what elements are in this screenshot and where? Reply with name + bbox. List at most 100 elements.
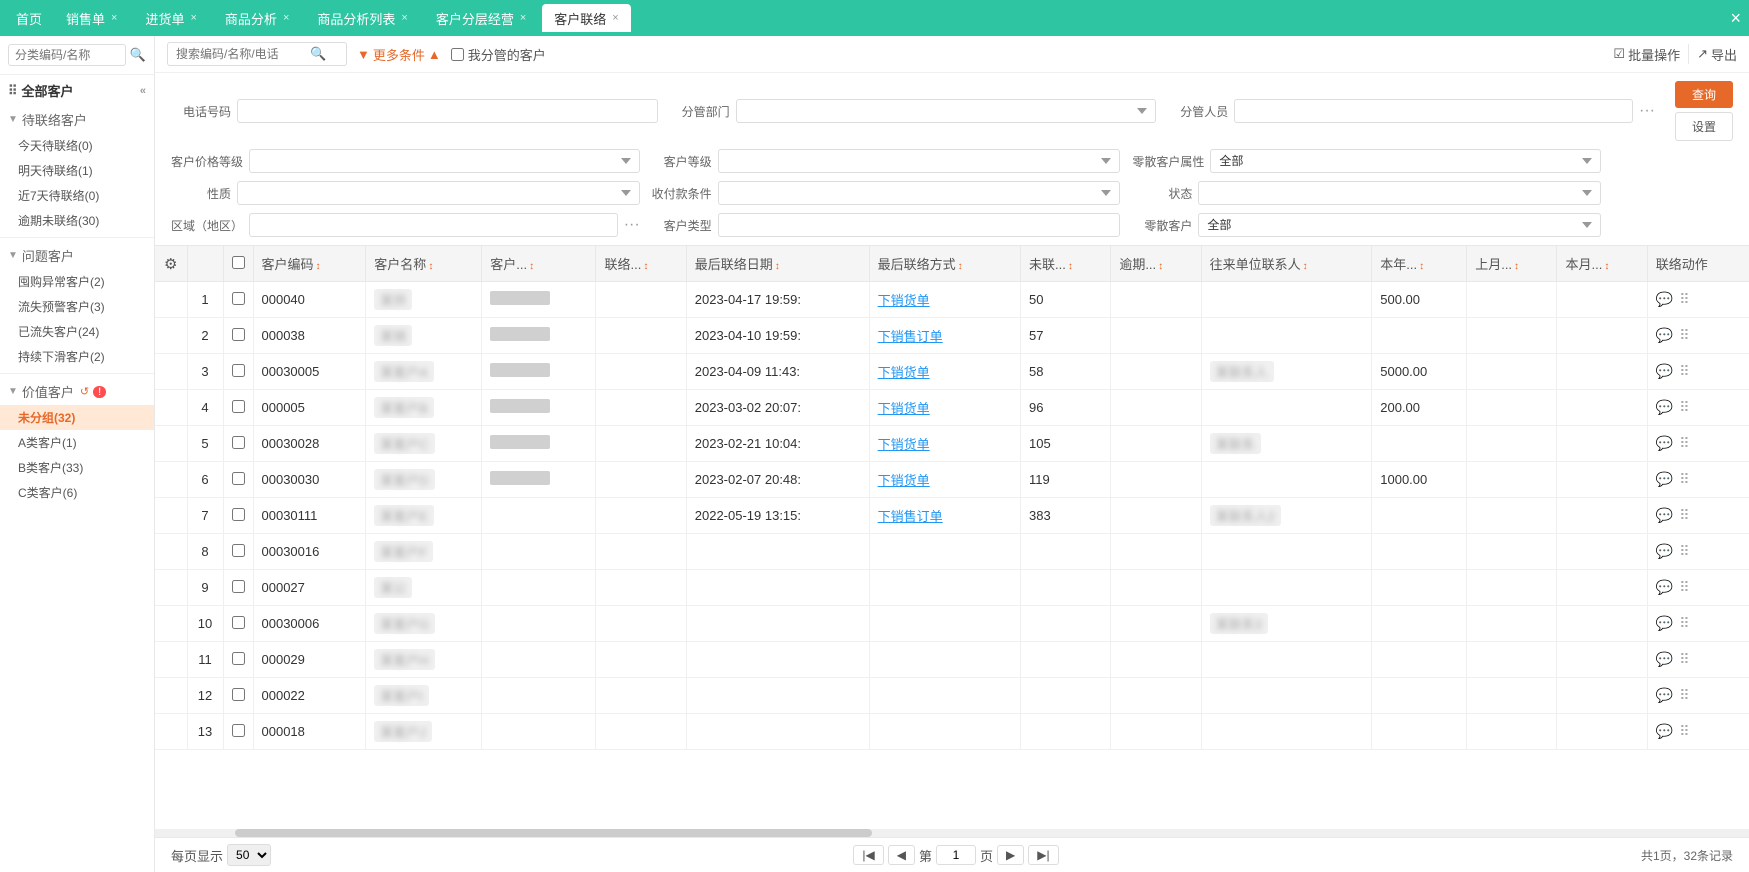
comment-icon[interactable]: 💬	[1656, 507, 1673, 524]
row-last-contact-method[interactable]: 下销货单	[869, 462, 1020, 498]
grid-action-icon[interactable]: ⠿	[1679, 399, 1689, 416]
sidebar-item-group-c[interactable]: C类客户(6)	[0, 480, 154, 505]
grid-action-icon[interactable]: ⠿	[1679, 579, 1689, 596]
last-page-btn[interactable]: ▶|	[1028, 845, 1058, 865]
grid-action-icon[interactable]: ⠿	[1679, 615, 1689, 632]
sidebar-group-problem[interactable]: ▼ 问题客户	[0, 242, 154, 269]
first-page-btn[interactable]: |◀	[853, 845, 883, 865]
grid-action-icon[interactable]: ⠿	[1679, 471, 1689, 488]
row-checkbox[interactable]	[232, 544, 245, 557]
grid-action-icon[interactable]: ⠿	[1679, 687, 1689, 704]
my-customers-check[interactable]	[451, 48, 464, 61]
row-checkbox[interactable]	[232, 724, 245, 737]
payment-select[interactable]	[718, 181, 1121, 205]
nav-home[interactable]: 首页	[8, 9, 50, 28]
grid-action-icon[interactable]: ⠿	[1679, 543, 1689, 560]
customer-type-input[interactable]	[718, 213, 1121, 237]
query-button[interactable]: 查询	[1675, 81, 1733, 108]
comment-icon[interactable]: 💬	[1656, 687, 1673, 704]
sidebar-item-tomorrow-pending[interactable]: 明天待联络(1)	[0, 158, 154, 183]
sidebar-all-customers[interactable]: ⠿ 全部客户 «	[0, 75, 154, 106]
sidebar-item-today-pending[interactable]: 今天待联络(0)	[0, 133, 154, 158]
row-checkbox[interactable]	[232, 472, 245, 485]
comment-icon[interactable]: 💬	[1656, 651, 1673, 668]
comment-icon[interactable]: 💬	[1656, 363, 1673, 380]
page-size-dropdown[interactable]: 50	[227, 844, 271, 866]
row-check[interactable]	[223, 354, 253, 390]
horizontal-scrollbar[interactable]	[155, 829, 1749, 837]
close-icon[interactable]: ×	[283, 12, 289, 24]
sidebar-item-already-lost[interactable]: 已流失客户(24)	[0, 319, 154, 344]
row-check[interactable]	[223, 282, 253, 318]
tab-purchase-order[interactable]: 进货单 ×	[133, 4, 208, 32]
row-checkbox[interactable]	[232, 688, 245, 701]
row-check[interactable]	[223, 678, 253, 714]
grid-action-icon[interactable]: ⠿	[1679, 291, 1689, 308]
refresh-icon[interactable]: ↺	[80, 385, 89, 398]
sidebar-item-ungrouped[interactable]: 未分组(32)	[0, 405, 154, 430]
comment-icon[interactable]: 💬	[1656, 615, 1673, 632]
select-all-checkbox[interactable]	[232, 256, 245, 269]
gear-icon[interactable]: ⚙	[164, 256, 177, 273]
sidebar-item-group-b[interactable]: B类客户(33)	[0, 455, 154, 480]
comment-icon[interactable]: 💬	[1656, 723, 1673, 740]
row-check[interactable]	[223, 570, 253, 606]
sidebar-group-value[interactable]: ▼ 价值客户 ↺ !	[0, 378, 154, 405]
prev-page-btn[interactable]: ◀	[888, 845, 915, 865]
tab-sales-order[interactable]: 销售单 ×	[54, 4, 129, 32]
customer-level-select[interactable]	[718, 149, 1121, 173]
grid-action-icon[interactable]: ⠿	[1679, 363, 1689, 380]
row-check[interactable]	[223, 534, 253, 570]
row-last-contact-method[interactable]: 下销货单	[869, 390, 1020, 426]
row-check[interactable]	[223, 498, 253, 534]
phone-input[interactable]	[237, 99, 658, 123]
search-icon[interactable]: 🔍	[310, 46, 326, 62]
comment-icon[interactable]: 💬	[1656, 291, 1673, 308]
dept-select[interactable]	[736, 99, 1157, 123]
row-last-contact-method[interactable]: 下销售订单	[869, 498, 1020, 534]
person-input[interactable]	[1234, 99, 1633, 123]
tab-product-analysis[interactable]: 商品分析 ×	[213, 4, 301, 32]
tab-product-analysis-list[interactable]: 商品分析列表 ×	[305, 4, 419, 32]
sidebar-group-pending[interactable]: ▼ 待联络客户	[0, 106, 154, 133]
next-page-btn[interactable]: ▶	[997, 845, 1024, 865]
comment-icon[interactable]: 💬	[1656, 399, 1673, 416]
sidebar-item-loss-risk[interactable]: 流失预警客户(3)	[0, 294, 154, 319]
row-checkbox[interactable]	[232, 616, 245, 629]
batch-op-button[interactable]: ☑ 批量操作	[1613, 44, 1680, 64]
row-checkbox[interactable]	[232, 364, 245, 377]
close-icon[interactable]: ×	[190, 12, 196, 24]
close-icon[interactable]: ×	[520, 12, 526, 24]
row-check[interactable]	[223, 606, 253, 642]
reset-button[interactable]: 设置	[1675, 112, 1733, 141]
row-checkbox[interactable]	[232, 328, 245, 341]
sidebar-item-group-a[interactable]: A类客户(1)	[0, 430, 154, 455]
scrollbar-thumb[interactable]	[235, 829, 873, 837]
row-check[interactable]	[223, 426, 253, 462]
row-checkbox[interactable]	[232, 580, 245, 593]
sidebar-search-input[interactable]	[8, 44, 126, 66]
close-icon[interactable]: ×	[612, 12, 618, 24]
sidebar-search-icon[interactable]: 🔍	[130, 47, 146, 63]
close-icon[interactable]: ×	[401, 12, 407, 24]
row-check[interactable]	[223, 390, 253, 426]
grid-action-icon[interactable]: ⠿	[1679, 435, 1689, 452]
price-level-select[interactable]	[249, 149, 640, 173]
grid-action-icon[interactable]: ⠿	[1679, 507, 1689, 524]
th-gear[interactable]: ⚙	[155, 246, 187, 282]
my-customers-checkbox[interactable]: 我分管的客户	[451, 45, 546, 64]
comment-icon[interactable]: 💬	[1656, 579, 1673, 596]
row-check[interactable]	[223, 462, 253, 498]
export-button[interactable]: ↗ 导出	[1697, 44, 1737, 64]
row-check[interactable]	[223, 642, 253, 678]
region-more-icon[interactable]: ···	[624, 216, 640, 234]
row-checkbox[interactable]	[232, 508, 245, 521]
sidebar-item-recent7-pending[interactable]: 近7天待联络(0)	[0, 183, 154, 208]
row-checkbox[interactable]	[232, 436, 245, 449]
row-checkbox[interactable]	[232, 652, 245, 665]
search-input[interactable]	[176, 47, 306, 61]
row-check[interactable]	[223, 714, 253, 750]
page-number-input[interactable]	[936, 845, 976, 865]
tab-customer-contact[interactable]: 客户联络 ×	[542, 4, 630, 32]
more-conditions-btn[interactable]: ▼ 更多条件 ▲	[357, 45, 441, 64]
